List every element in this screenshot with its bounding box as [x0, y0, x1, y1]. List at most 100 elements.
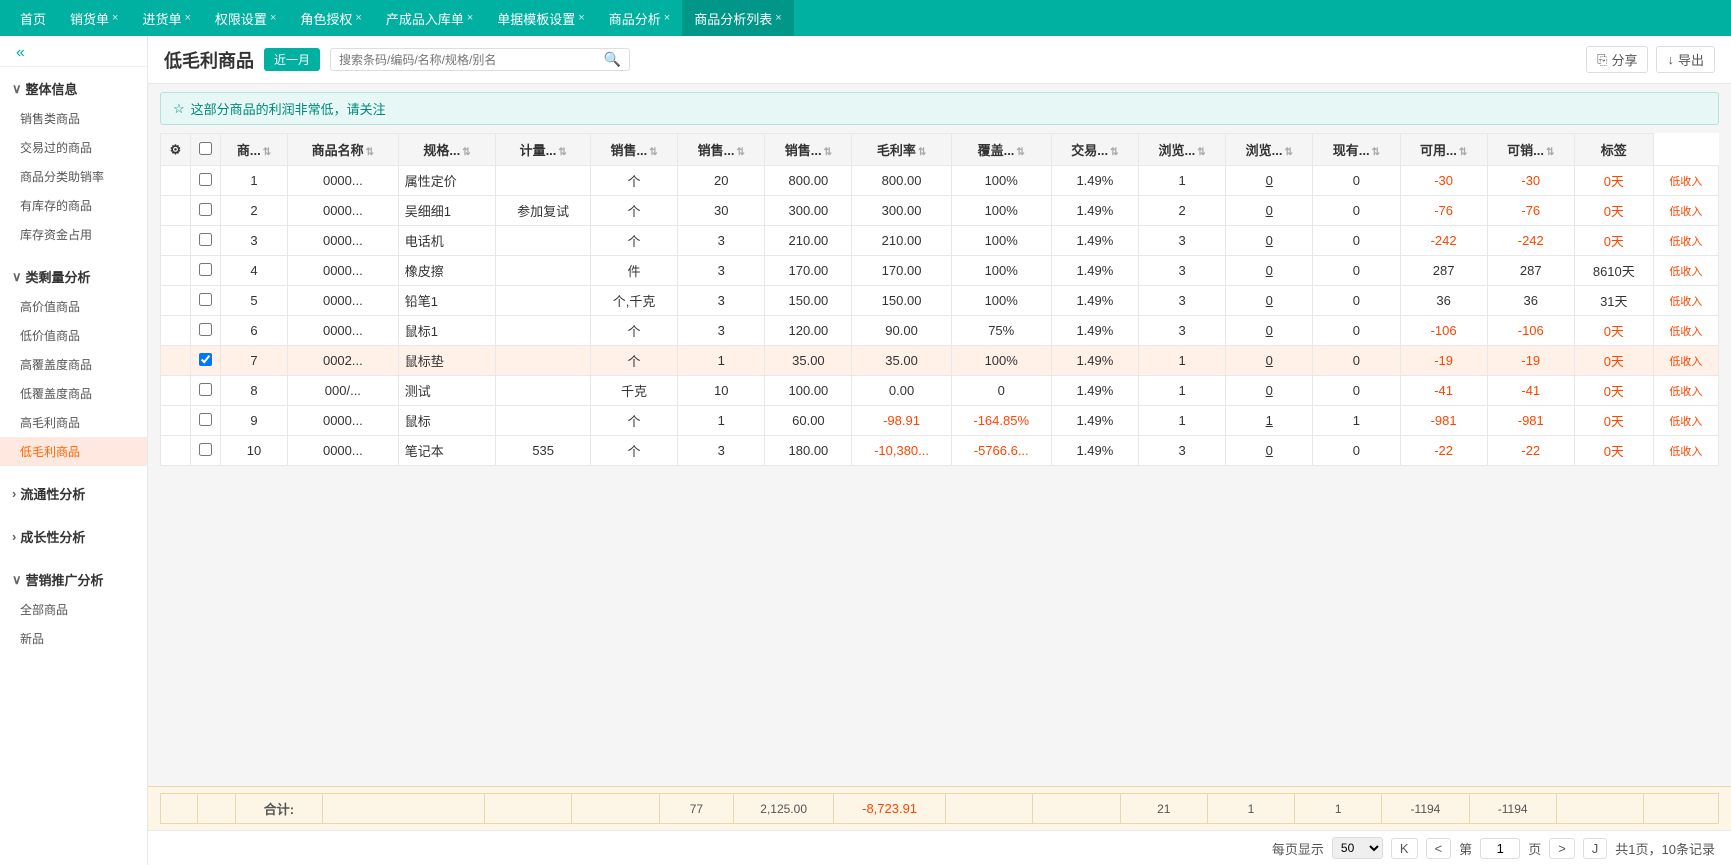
- nav-role-auth[interactable]: 角色授权 ×: [288, 0, 373, 36]
- cell-browse1[interactable]: 0: [1226, 226, 1313, 256]
- cell-checkbox[interactable]: [191, 316, 221, 346]
- row-checkbox-7[interactable]: [199, 383, 212, 396]
- nav-purchase-order[interactable]: 进货单 ×: [130, 0, 202, 36]
- col-spec[interactable]: 规格...⇅: [398, 134, 496, 166]
- col-trade[interactable]: 交易...⇅: [1051, 134, 1138, 166]
- sidebar-item-stock-capital[interactable]: 库存资金占用: [0, 220, 147, 249]
- cell-browse1[interactable]: 0: [1226, 436, 1313, 466]
- select-all-checkbox[interactable]: [199, 142, 212, 155]
- sidebar-group-marketing-title[interactable]: ∨ 营销推广分析: [0, 564, 147, 595]
- nav-product-entry[interactable]: 产成品入库单 ×: [374, 0, 485, 36]
- sidebar-item-high-margin[interactable]: 高毛利商品: [0, 408, 147, 437]
- col-browse1[interactable]: 浏览...⇅: [1138, 134, 1225, 166]
- cell-name[interactable]: 橡皮擦: [398, 256, 496, 286]
- row-checkbox-2[interactable]: [199, 233, 212, 246]
- cell-browse1[interactable]: 0: [1226, 166, 1313, 196]
- col-saleable[interactable]: 可销...⇅: [1487, 134, 1574, 166]
- sidebar-group-overall-title[interactable]: ∨ 整体信息: [0, 73, 147, 104]
- col-sales-amount[interactable]: 销售...⇅: [765, 134, 852, 166]
- close-role-auth-icon[interactable]: ×: [355, 12, 361, 24]
- close-permission-icon[interactable]: ×: [270, 12, 276, 24]
- row-checkbox-8[interactable]: [199, 413, 212, 426]
- nav-product-analysis-list[interactable]: 商品分析列表 ×: [682, 0, 793, 36]
- row-checkbox-6[interactable]: [199, 353, 212, 366]
- close-product-entry-icon[interactable]: ×: [467, 12, 473, 24]
- sidebar-item-in-stock-goods[interactable]: 有库存的商品: [0, 191, 147, 220]
- export-button[interactable]: ↓ 导出: [1656, 46, 1715, 73]
- cell-checkbox[interactable]: [191, 346, 221, 376]
- cell-name[interactable]: 测试: [398, 376, 496, 406]
- close-template-icon[interactable]: ×: [578, 12, 584, 24]
- col-sales-qty[interactable]: 销售...⇅: [590, 134, 677, 166]
- cell-browse1[interactable]: 0: [1226, 376, 1313, 406]
- prev-page-button[interactable]: <: [1426, 838, 1452, 859]
- search-icon[interactable]: 🔍: [604, 51, 621, 68]
- col-sales-price[interactable]: 销售...⇅: [678, 134, 765, 166]
- cell-browse1[interactable]: 0: [1226, 196, 1313, 226]
- sidebar-item-high-coverage[interactable]: 高覆盖度商品: [0, 350, 147, 379]
- cell-checkbox[interactable]: [191, 286, 221, 316]
- cell-name[interactable]: 笔记本: [398, 436, 496, 466]
- sidebar-group-growth-title[interactable]: › 成长性分析: [0, 521, 147, 552]
- cell-name[interactable]: 鼠标垫: [398, 346, 496, 376]
- cell-checkbox[interactable]: [191, 196, 221, 226]
- close-product-analysis-icon[interactable]: ×: [664, 12, 670, 24]
- col-unit[interactable]: 计量...⇅: [496, 134, 591, 166]
- cell-name[interactable]: 鼠标1: [398, 316, 496, 346]
- col-coverage[interactable]: 覆盖...⇅: [951, 134, 1051, 166]
- cell-name[interactable]: 吴细细1: [398, 196, 496, 226]
- sidebar-item-high-value[interactable]: 高价值商品: [0, 292, 147, 321]
- row-checkbox-5[interactable]: [199, 323, 212, 336]
- cell-checkbox[interactable]: [191, 166, 221, 196]
- sidebar-group-flow-title[interactable]: › 流通性分析: [0, 478, 147, 509]
- sidebar-item-low-coverage[interactable]: 低覆盖度商品: [0, 379, 147, 408]
- sidebar-item-new-goods[interactable]: 新品: [0, 624, 147, 653]
- per-page-select[interactable]: 50 100 200: [1332, 837, 1383, 859]
- cell-checkbox[interactable]: [191, 256, 221, 286]
- cell-checkbox[interactable]: [191, 376, 221, 406]
- nav-sales-order[interactable]: 销货单 ×: [58, 0, 130, 36]
- cell-checkbox[interactable]: [191, 436, 221, 466]
- sidebar-item-traded-goods[interactable]: 交易过的商品: [0, 133, 147, 162]
- last-page-button[interactable]: J: [1583, 838, 1608, 859]
- cell-name[interactable]: 铅笔1: [398, 286, 496, 316]
- col-code[interactable]: 商...⇅: [221, 134, 288, 166]
- cell-name[interactable]: 电话机: [398, 226, 496, 256]
- col-tag[interactable]: 标签: [1574, 134, 1653, 166]
- nav-home[interactable]: 首页: [8, 0, 58, 36]
- cell-name[interactable]: 属性定价: [398, 166, 496, 196]
- col-settings[interactable]: ⚙: [161, 134, 191, 166]
- close-purchase-order-icon[interactable]: ×: [184, 12, 190, 24]
- col-browse2[interactable]: 浏览...⇅: [1226, 134, 1313, 166]
- nav-permission-settings[interactable]: 权限设置 ×: [203, 0, 288, 36]
- sidebar-item-low-margin[interactable]: 低毛利商品: [0, 437, 147, 466]
- col-available[interactable]: 可用...⇅: [1400, 134, 1487, 166]
- cell-name[interactable]: 鼠标: [398, 406, 496, 436]
- sidebar-item-low-value[interactable]: 低价值商品: [0, 321, 147, 350]
- cell-checkbox[interactable]: [191, 226, 221, 256]
- col-checkbox[interactable]: [191, 134, 221, 166]
- collapse-sidebar-button[interactable]: «: [12, 44, 29, 62]
- sidebar-item-all-goods[interactable]: 全部商品: [0, 595, 147, 624]
- sidebar-group-surplus-title[interactable]: ∨ 类剩量分析: [0, 261, 147, 292]
- search-input[interactable]: [339, 53, 604, 67]
- cell-browse1[interactable]: 0: [1226, 316, 1313, 346]
- nav-product-analysis[interactable]: 商品分析 ×: [597, 0, 682, 36]
- col-name[interactable]: 商品名称⇅: [288, 134, 399, 166]
- cell-browse1[interactable]: 0: [1226, 286, 1313, 316]
- sidebar-item-category-rate[interactable]: 商品分类助销率: [0, 162, 147, 191]
- cell-checkbox[interactable]: [191, 406, 221, 436]
- col-current-stock[interactable]: 现有...⇅: [1313, 134, 1400, 166]
- date-filter-button[interactable]: 近一月: [264, 48, 320, 71]
- row-checkbox-0[interactable]: [199, 173, 212, 186]
- next-page-button[interactable]: >: [1549, 838, 1575, 859]
- row-checkbox-3[interactable]: [199, 263, 212, 276]
- row-checkbox-4[interactable]: [199, 293, 212, 306]
- col-gross-rate[interactable]: 毛利率⇅: [852, 134, 951, 166]
- row-checkbox-9[interactable]: [199, 443, 212, 456]
- close-product-analysis-list-icon[interactable]: ×: [775, 12, 781, 24]
- close-sales-order-icon[interactable]: ×: [112, 12, 118, 24]
- cell-browse1[interactable]: 1: [1226, 406, 1313, 436]
- first-page-button[interactable]: K: [1391, 838, 1418, 859]
- row-checkbox-1[interactable]: [199, 203, 212, 216]
